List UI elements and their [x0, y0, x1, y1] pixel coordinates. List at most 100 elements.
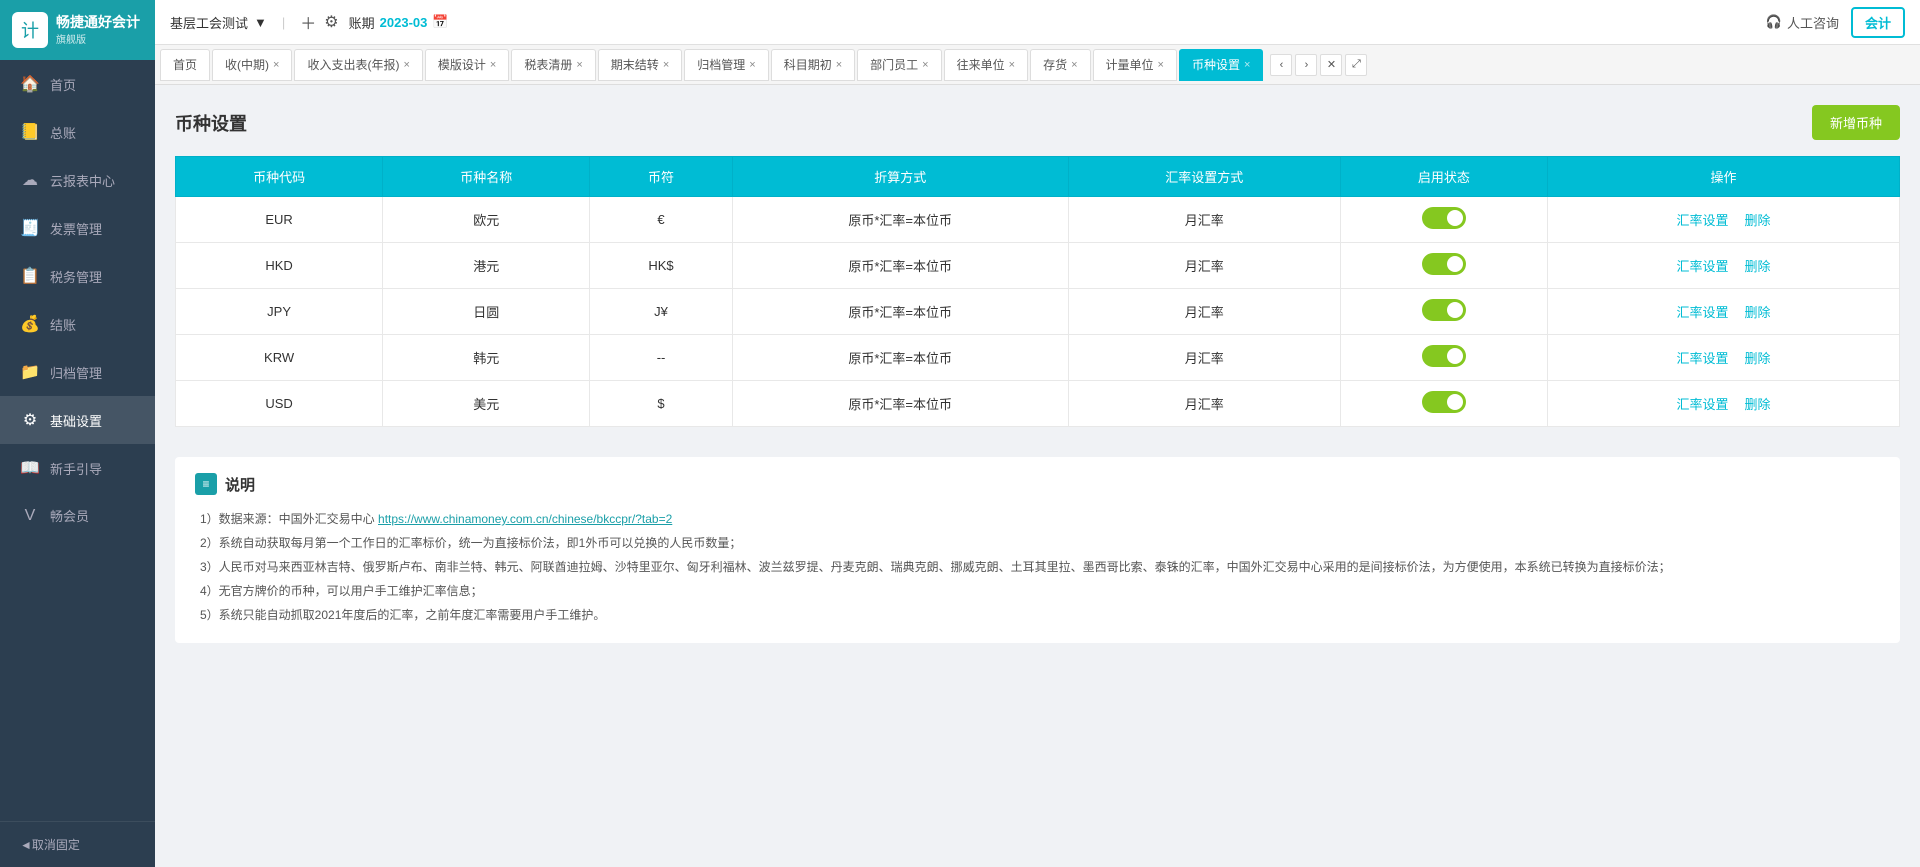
tab-label: 科目期初: [784, 56, 832, 73]
notes-item: 5）系统只能自动抓取2021年度后的汇率，之前年度汇率需要用户手工维护。: [200, 603, 1880, 627]
tab-period_end[interactable]: 期末结转 ×: [598, 49, 682, 81]
tab-close-icon[interactable]: ×: [403, 59, 409, 71]
tab-unit[interactable]: 计量单位 ×: [1093, 49, 1177, 81]
sidebar-item-checkout[interactable]: 💰 结账: [0, 300, 155, 348]
tab-expand-button[interactable]: ⤢: [1345, 54, 1367, 76]
rate-setting-link[interactable]: 汇率设置: [1676, 351, 1728, 366]
rate-setting-link[interactable]: 汇率设置: [1676, 213, 1728, 228]
sidebar-item-settings[interactable]: ⚙基础设置: [0, 396, 155, 444]
rate-setting-link[interactable]: 汇率设置: [1676, 397, 1728, 412]
add-icon[interactable]: ＋: [300, 10, 316, 34]
project-selector[interactable]: 基层工会测试 ▼: [170, 13, 267, 32]
sidebar-item-label: 基础设置: [50, 411, 102, 430]
toggle-switch[interactable]: [1422, 299, 1466, 321]
table-header: 币种名称: [383, 157, 590, 197]
tabs-bar: 首页收(中期) ×收入支出表(年报) ×模版设计 ×税表清册 ×期末结转 ×归档…: [155, 45, 1920, 85]
tab-home[interactable]: 首页: [160, 49, 210, 81]
calendar-icon[interactable]: 📅: [432, 14, 448, 30]
table-cell: 月汇率: [1068, 381, 1340, 427]
kuaiji-button[interactable]: 会计: [1851, 7, 1905, 38]
sidebar-item-ledger[interactable]: 📒总账: [0, 108, 155, 156]
table-cell-actions: 汇率设置 删除: [1548, 243, 1900, 289]
sidebar-item-tax[interactable]: 📋税务管理: [0, 252, 155, 300]
rate-setting-link[interactable]: 汇率设置: [1676, 305, 1728, 320]
sidebar-item-vip[interactable]: V畅会员: [0, 492, 155, 539]
toggle-switch[interactable]: [1422, 345, 1466, 367]
tab-close-icon[interactable]: ×: [1071, 59, 1077, 71]
delete-link[interactable]: 删除: [1745, 305, 1771, 320]
rate-setting-link[interactable]: 汇率设置: [1676, 259, 1728, 274]
tab-close-icon[interactable]: ×: [1158, 59, 1164, 71]
table-cell: EUR: [176, 197, 383, 243]
tab-label: 币种设置: [1192, 56, 1240, 73]
currency-table: 币种代码币种名称币符折算方式汇率设置方式启用状态操作 EUR欧元€原币*汇率=本…: [175, 156, 1900, 427]
vip-icon: V: [20, 507, 40, 525]
tab-next-button[interactable]: ›: [1295, 54, 1317, 76]
sidebar-item-cloud[interactable]: ☁云报表中心: [0, 156, 155, 204]
table-cell: €: [590, 197, 732, 243]
tab-close-icon[interactable]: ×: [1009, 59, 1015, 71]
tab-dept[interactable]: 部门员工 ×: [857, 49, 941, 81]
tab-currency[interactable]: 币种设置 ×: [1179, 49, 1263, 81]
notes-link[interactable]: https://www.chinamoney.com.cn/chinese/bk…: [378, 512, 672, 526]
sidebar-item-guide[interactable]: 📖新手引导: [0, 444, 155, 492]
checkout-icon: 💰: [20, 314, 40, 334]
sidebar-item-label: 结账: [50, 315, 76, 334]
tab-close-icon[interactable]: ×: [663, 59, 669, 71]
tab-label: 期末结转: [611, 56, 659, 73]
tab-close-icon[interactable]: ×: [922, 59, 928, 71]
tab-label: 税表清册: [524, 56, 572, 73]
table-cell: 港元: [383, 243, 590, 289]
toggle-switch[interactable]: [1422, 391, 1466, 413]
tab-label: 往来单位: [957, 56, 1005, 73]
support-button[interactable]: 🎧 人工咨询: [1766, 13, 1839, 32]
tab-close-icon[interactable]: ×: [1244, 59, 1250, 71]
sidebar-item-archive[interactable]: 📁归档管理: [0, 348, 155, 396]
tab-close-all-button[interactable]: ✕: [1320, 54, 1342, 76]
notes-list: 1）数据来源：中国外汇交易中心 https://www.chinamoney.c…: [195, 507, 1880, 627]
table-cell: KRW: [176, 335, 383, 381]
delete-link[interactable]: 删除: [1745, 213, 1771, 228]
table-cell: 月汇率: [1068, 243, 1340, 289]
tab-supplier[interactable]: 往来单位 ×: [944, 49, 1028, 81]
tab-period[interactable]: 收(中期) ×: [212, 49, 292, 81]
page-title-text: 币种设置: [175, 110, 247, 136]
notes-item: 3）人民币对马来西亚林吉特、俄罗斯卢布、南非兰特、韩元、阿联酋迪拉姆、沙特里亚尔…: [200, 555, 1880, 579]
tab-template[interactable]: 模版设计 ×: [425, 49, 509, 81]
tab-close-icon[interactable]: ×: [273, 59, 279, 71]
table-header: 折算方式: [732, 157, 1068, 197]
sidebar-footer-collapse[interactable]: ◄取消固定: [0, 821, 155, 867]
sidebar-item-label: 归档管理: [50, 363, 102, 382]
tab-close-icon[interactable]: ×: [576, 59, 582, 71]
new-currency-button[interactable]: 新增币种: [1812, 105, 1900, 140]
table-cell: $: [590, 381, 732, 427]
delete-link[interactable]: 删除: [1745, 259, 1771, 274]
tab-label: 首页: [173, 56, 197, 73]
table-cell-actions: 汇率设置 删除: [1548, 197, 1900, 243]
sidebar-item-invoice[interactable]: 🧾发票管理: [0, 204, 155, 252]
topbar-right: 🎧 人工咨询 会计: [1766, 7, 1905, 38]
table-cell-actions: 汇率设置 删除: [1548, 289, 1900, 335]
tab-income[interactable]: 收入支出表(年报) ×: [294, 49, 422, 81]
tab-close-icon[interactable]: ×: [836, 59, 842, 71]
tab-close-icon[interactable]: ×: [749, 59, 755, 71]
sidebar-nav: 🏠首页📒总账☁云报表中心🧾发票管理📋税务管理 💰 结账 📁归档管理⚙基础设置📖新手引导…: [0, 60, 155, 821]
toggle-switch[interactable]: [1422, 253, 1466, 275]
topbar: 基层工会测试 ▼ | ＋ ⚙ 账期 2023-03 📅 🎧 人工咨询 会计: [155, 0, 1920, 45]
tab-tax[interactable]: 税表清册 ×: [511, 49, 595, 81]
delete-link[interactable]: 删除: [1745, 397, 1771, 412]
table-cell: --: [590, 335, 732, 381]
notes-item: 2）系统自动获取每月第一个工作日的汇率标价，统一为直接标价法，即1外币可以兑换的…: [200, 531, 1880, 555]
settings-icon[interactable]: ⚙: [324, 12, 338, 32]
toggle-switch[interactable]: [1422, 207, 1466, 229]
tab-prev-button[interactable]: ‹: [1270, 54, 1292, 76]
table-cell-actions: 汇率设置 删除: [1548, 381, 1900, 427]
logo-text: 畅捷通好会计 旗舰版: [56, 14, 140, 46]
delete-link[interactable]: 删除: [1745, 351, 1771, 366]
sidebar-item-label: 云报表中心: [50, 171, 115, 190]
tab-archive[interactable]: 归档管理 ×: [684, 49, 768, 81]
tab-subject[interactable]: 科目期初 ×: [771, 49, 855, 81]
tab-inventory[interactable]: 存货 ×: [1030, 49, 1090, 81]
sidebar-item-home[interactable]: 🏠首页: [0, 60, 155, 108]
tab-close-icon[interactable]: ×: [490, 59, 496, 71]
